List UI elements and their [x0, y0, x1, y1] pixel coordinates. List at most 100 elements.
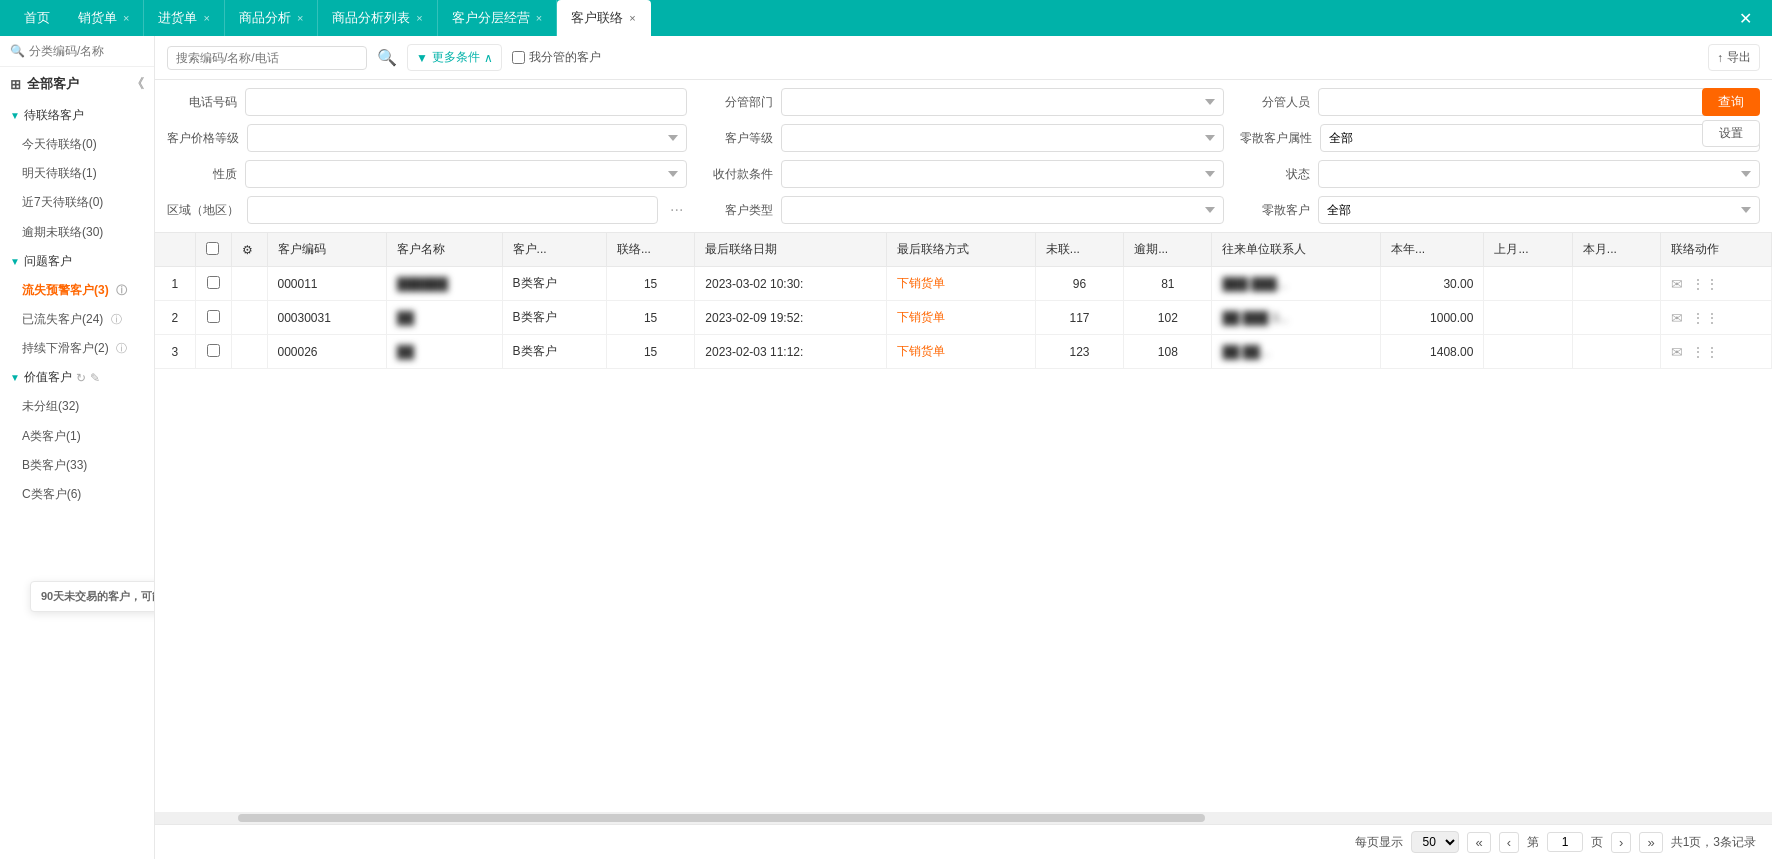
td-check-1[interactable] — [195, 301, 231, 335]
tab-goods-analysis[interactable]: 商品分析 × — [225, 0, 318, 36]
sidebar-item-churned[interactable]: 已流失客户(24) ⓘ — [0, 305, 154, 334]
page-word: 页 — [1591, 834, 1603, 851]
page-number-input[interactable] — [1547, 832, 1583, 852]
region-label: 区域（地区） — [167, 202, 239, 219]
action-more-icon-2[interactable]: ⋮⋮ — [1691, 344, 1719, 360]
tab-customer-contact-label: 客户联络 — [571, 9, 623, 27]
sidebar-item-churn-warning[interactable]: 流失预警客户(3) ⓘ 90天未交易的客户，可能有流失风险。 — [0, 276, 154, 305]
sidebar-group-value[interactable]: ▼ 价值客户 ↻ ✎ — [0, 363, 154, 392]
close-customer-contact-icon[interactable]: × — [629, 12, 635, 24]
close-goods-analysis-list-icon[interactable]: × — [416, 12, 422, 24]
sidebar-item-today[interactable]: 今天待联络(0) — [0, 130, 154, 159]
th-setting[interactable]: ⚙ — [231, 233, 267, 267]
customer-type-select[interactable] — [781, 196, 1223, 224]
tab-home[interactable]: 首页 — [10, 0, 64, 36]
price-level-select[interactable] — [247, 124, 687, 152]
query-button[interactable]: 查询 — [1702, 88, 1760, 116]
close-all-icon[interactable]: ✕ — [1729, 9, 1762, 28]
td-last-method-2[interactable]: 下销货单 — [886, 335, 1035, 369]
phone-input[interactable] — [245, 88, 687, 116]
td-last-method-1[interactable]: 下销货单 — [886, 301, 1035, 335]
row-checkbox-1[interactable] — [207, 310, 220, 323]
customer-level-select[interactable] — [781, 124, 1223, 152]
tab-sales[interactable]: 销货单 × — [64, 0, 144, 36]
sidebar-item-declining[interactable]: 持续下滑客户(2) ⓘ — [0, 334, 154, 363]
tooltip-churn: 90天未交易的客户，可能有流失风险。 — [30, 581, 155, 613]
td-last-date-2: 2023-02-03 11:12: — [695, 335, 886, 369]
row-checkbox-2[interactable] — [207, 344, 220, 357]
next-page-button[interactable]: › — [1611, 832, 1631, 853]
prev-page-button[interactable]: ‹ — [1499, 832, 1519, 853]
collapse-icon[interactable]: 《 — [131, 75, 144, 93]
region-more-icon[interactable]: ··· — [666, 201, 687, 219]
th-overdue: 逾期... — [1124, 233, 1212, 267]
scrollbar-thumb[interactable] — [238, 814, 1206, 822]
th-last-month-label: 上月... — [1494, 242, 1528, 256]
status-select[interactable] — [1318, 160, 1760, 188]
sidebar-item-class-a[interactable]: A类客户(1) — [0, 422, 154, 451]
tab-goods-analysis-list[interactable]: 商品分析列表 × — [318, 0, 437, 36]
settings-button[interactable]: 设置 — [1702, 120, 1760, 147]
last-method-link-2[interactable]: 下销货单 — [897, 344, 945, 358]
tab-customer-contact[interactable]: 客户联络 × — [557, 0, 650, 36]
sidebar-group-problem[interactable]: ▼ 问题客户 — [0, 247, 154, 276]
last-method-link-0[interactable]: 下销货单 — [897, 276, 945, 290]
sidebar-search-input[interactable] — [29, 44, 144, 58]
td-action-2[interactable]: ✉ ⋮⋮ — [1661, 335, 1772, 369]
zero-customer-select[interactable]: 全部 — [1318, 196, 1760, 224]
sidebar-all-customers[interactable]: ⊞ 全部客户 《 — [0, 67, 154, 101]
td-action-1[interactable]: ✉ ⋮⋮ — [1661, 301, 1772, 335]
sidebar-item-class-b[interactable]: B类客户(33) — [0, 451, 154, 480]
close-customer-segment-icon[interactable]: × — [536, 12, 542, 24]
tab-customer-segment[interactable]: 客户分层经营 × — [438, 0, 557, 36]
td-last-method-0[interactable]: 下销货单 — [886, 267, 1035, 301]
my-customers-checkbox[interactable]: 我分管的客户 — [512, 49, 601, 66]
last-method-link-1[interactable]: 下销货单 — [897, 310, 945, 324]
row-checkbox-0[interactable] — [207, 276, 220, 289]
action-more-icon-1[interactable]: ⋮⋮ — [1691, 310, 1719, 326]
page-size-select[interactable]: 50 — [1411, 831, 1459, 853]
export-button[interactable]: ↑ 导出 — [1708, 44, 1760, 71]
close-goods-analysis-icon[interactable]: × — [297, 12, 303, 24]
adv-filter-zero-attr: 零散客户属性 全部 — [1240, 124, 1760, 152]
filter-search-button[interactable]: 🔍 — [377, 48, 397, 67]
th-related-person-label: 往来单位联系人 — [1222, 242, 1306, 256]
action-message-icon-0[interactable]: ✉ — [1671, 276, 1683, 292]
sidebar-item-class-c[interactable]: C类客户(6) — [0, 480, 154, 509]
my-customers-check[interactable] — [512, 51, 525, 64]
person-input[interactable] — [1318, 88, 1731, 116]
filter-more-button[interactable]: ▼ 更多条件 ∧ — [407, 44, 502, 71]
zero-attr-select[interactable]: 全部 — [1320, 124, 1760, 152]
horizontal-scrollbar[interactable] — [155, 812, 1772, 824]
region-input[interactable] — [247, 196, 658, 224]
dept-select[interactable] — [781, 88, 1223, 116]
tab-purchase[interactable]: 进货单 × — [144, 0, 224, 36]
sidebar-item-overdue[interactable]: 逾期未联络(30) — [0, 218, 154, 247]
sidebar-item-tomorrow[interactable]: 明天待联络(1) — [0, 159, 154, 188]
payment-select[interactable] — [781, 160, 1223, 188]
td-setting-1 — [231, 301, 267, 335]
select-all-checkbox[interactable] — [206, 242, 219, 255]
sidebar-item-ungrouped[interactable]: 未分组(32) — [0, 392, 154, 421]
gender-select[interactable] — [245, 160, 687, 188]
edit-icon[interactable]: ✎ — [90, 371, 100, 385]
page-size-label: 每页显示 — [1355, 834, 1403, 851]
triangle-icon-2: ▼ — [10, 256, 20, 267]
action-message-icon-1[interactable]: ✉ — [1671, 310, 1683, 326]
last-page-button[interactable]: » — [1639, 832, 1662, 853]
adv-filter-row-4: 区域（地区） ··· 客户类型 零散客户 全部 — [167, 196, 1760, 224]
action-message-icon-2[interactable]: ✉ — [1671, 344, 1683, 360]
close-sales-icon[interactable]: × — [123, 12, 129, 24]
customer-type-label: 客户类型 — [703, 202, 773, 219]
refresh-icon[interactable]: ↻ — [76, 371, 86, 385]
close-purchase-icon[interactable]: × — [203, 12, 209, 24]
action-more-icon-0[interactable]: ⋮⋮ — [1691, 276, 1719, 292]
content-area: 🔍 ▼ 更多条件 ∧ 我分管的客户 ↑ 导出 电话号码 — [155, 36, 1772, 859]
first-page-button[interactable]: « — [1467, 832, 1490, 853]
td-check-0[interactable] — [195, 267, 231, 301]
td-check-2[interactable] — [195, 335, 231, 369]
sidebar-group-pending[interactable]: ▼ 待联络客户 — [0, 101, 154, 130]
filter-search-input[interactable] — [167, 46, 367, 70]
sidebar-item-7days[interactable]: 近7天待联络(0) — [0, 188, 154, 217]
td-action-0[interactable]: ✉ ⋮⋮ — [1661, 267, 1772, 301]
